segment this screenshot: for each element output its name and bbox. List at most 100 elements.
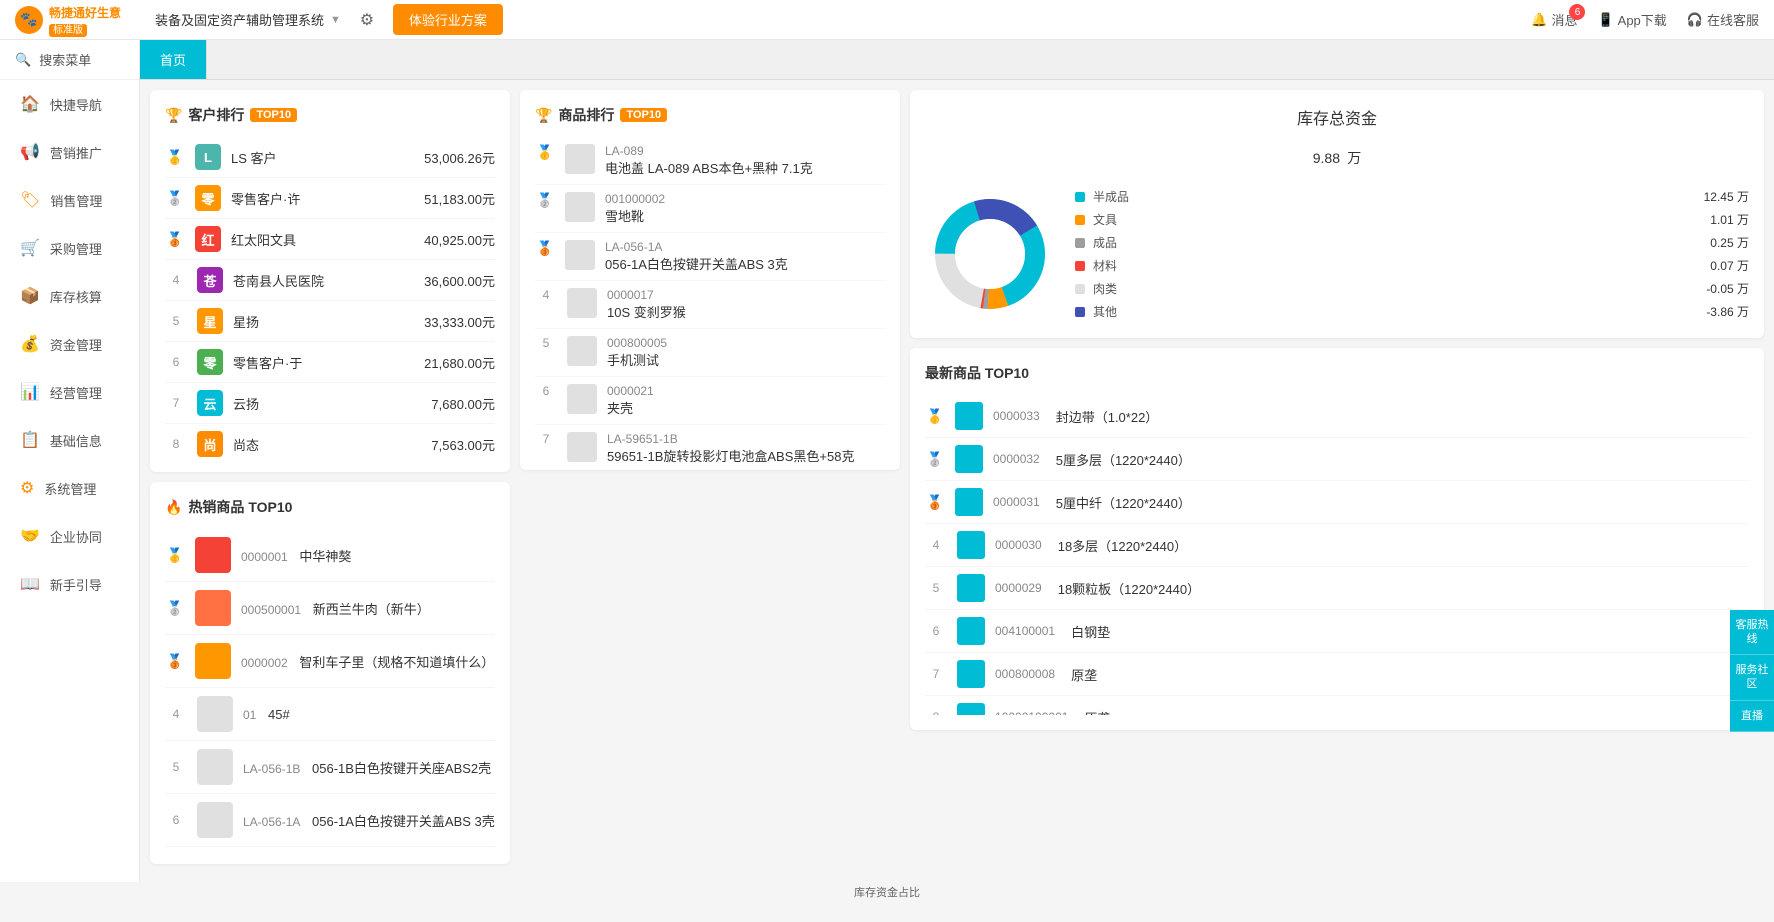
sidebar-item-enterprise[interactable]: 🤝企业协同 xyxy=(0,512,139,560)
app-download-label: App下载 xyxy=(1618,10,1667,29)
operations-icon: 📊 xyxy=(20,382,40,402)
hot-product-name: 056-1B白色按键开关座ABS2壳 xyxy=(312,761,491,776)
product-code: 0000017 xyxy=(607,288,885,302)
new-product-code: 0000029 xyxy=(995,581,1042,595)
search-menu-button[interactable]: 🔍 搜索菜单 xyxy=(0,40,139,80)
logo-icon: 🐾 xyxy=(15,6,43,34)
legend-item: 半成品 12.45 万 xyxy=(1075,185,1749,208)
sidebar-item-shortcut[interactable]: 🏠快捷导航 xyxy=(0,80,139,128)
marketing-icon: 📢 xyxy=(20,142,40,162)
new-product-thumbnail xyxy=(957,531,985,559)
sidebar-item-marketing[interactable]: 📢营销推广 xyxy=(0,128,139,176)
product-name: 056-1A白色按键开关盖ABS 3克 xyxy=(605,254,885,273)
hot-products-list: 🥇 0000001 中华神獒 🥈 000500001 新西兰牛肉（新牛） 🥉 0… xyxy=(165,529,495,849)
rank-num: 8 xyxy=(165,437,187,451)
product-image xyxy=(195,537,231,573)
sidebar-item-purchase[interactable]: 🛒采购管理 xyxy=(0,224,139,272)
sidebar-item-sales[interactable]: 🏷销售管理 xyxy=(0,176,139,224)
shortcut-icon: 🏠 xyxy=(20,94,40,114)
new-product-name: 封边带（1.0*22） xyxy=(1056,407,1159,426)
inventory-title: 库存总资金 xyxy=(925,105,1749,129)
sidebar-item-system[interactable]: ⚙系统管理 xyxy=(0,464,139,512)
hot-product-code: 000500001 xyxy=(241,603,301,617)
logo-area: 🐾 畅捷通好生意 标准版 xyxy=(15,4,155,36)
product-name: 10S 变刹罗猴 xyxy=(607,302,885,321)
header-right: 🔔 消息 6 📱 App下载 🎧 在线客服 xyxy=(1531,10,1759,29)
legend-value: 0.07 万 xyxy=(1710,257,1749,274)
hot-product-info: 0000002 智利车子里（规格不知道填什么） xyxy=(241,652,494,671)
sidebar-label-finance: 资金管理 xyxy=(50,335,102,354)
legend-name: 其他 xyxy=(1093,303,1698,320)
legend-name: 成品 xyxy=(1093,234,1702,251)
customer-amount: 51,183.00元 xyxy=(424,189,495,208)
new-product-item: 🥉 0000031 5厘中纤（1220*2440） xyxy=(925,481,1749,524)
rank-num: 6 xyxy=(535,384,557,398)
sidebar-item-operations[interactable]: 📊经营管理 xyxy=(0,368,139,416)
customer-ranking-panel: 🏆 客户排行 TOP10 🥇 L LS 客户 53,006.26元🥈 零 零售客… xyxy=(150,90,510,472)
rank-num: 5 xyxy=(925,581,947,595)
system-select[interactable]: 装备及固定资产辅助管理系统 ▼ xyxy=(155,10,341,29)
sidebar-item-basic[interactable]: 📋基础信息 xyxy=(0,416,139,464)
livestream-button[interactable]: 直播 xyxy=(1730,701,1774,732)
notifications-button[interactable]: 🔔 消息 6 xyxy=(1531,10,1577,29)
rank-num: 4 xyxy=(165,273,187,287)
service-community-button[interactable]: 服务社区 xyxy=(1730,655,1774,701)
donut-chart xyxy=(925,189,1055,319)
rank-icon: 🥇 xyxy=(165,547,185,564)
rank-icon: 🥉 xyxy=(165,653,185,670)
service-hotline-button[interactable]: 客服热线 xyxy=(1730,610,1774,656)
legend-value: -3.86 万 xyxy=(1706,303,1749,320)
customer-amount: 53,006.26元 xyxy=(424,148,495,167)
rank-icon: 🥉 xyxy=(535,240,555,257)
rank-icon: 🥈 xyxy=(165,600,185,617)
hot-product-info: 000500001 新西兰牛肉（新牛） xyxy=(241,599,430,618)
hot-product-item: 5 LA-056-1B 056-1B白色按键开关座ABS2壳 xyxy=(165,741,495,794)
sidebar-item-inventory[interactable]: 📦库存核算 xyxy=(0,272,139,320)
legend-value: 0.25 万 xyxy=(1710,234,1749,251)
sidebar-label-enterprise: 企业协同 xyxy=(50,527,102,546)
sidebar-label-system: 系统管理 xyxy=(44,479,96,498)
new-product-item: 5 0000029 18颗粒板（1220*2440） xyxy=(925,567,1749,610)
settings-button[interactable]: ⚙ xyxy=(353,6,381,34)
legend-name: 半成品 xyxy=(1093,188,1696,205)
customer-list: 🥇 L LS 客户 53,006.26元🥈 零 零售客户·许 51,183.00… xyxy=(165,137,495,457)
new-product-code: 0000030 xyxy=(995,538,1042,552)
customer-list-item: 🥈 零 零售客户·许 51,183.00元 xyxy=(165,178,495,219)
app-download-button[interactable]: 📱 App下载 xyxy=(1597,10,1666,29)
inventory-icon: 📦 xyxy=(20,286,40,306)
trophy-icon2: 🏆 xyxy=(535,107,552,124)
product-sales-item: 🥈 001000002 雪地靴 xyxy=(535,185,885,233)
new-product-thumbnail xyxy=(957,660,985,688)
sidebar-item-guide[interactable]: 📖新手引导 xyxy=(0,560,139,608)
customer-name: 苍南县人民医院 xyxy=(233,271,414,290)
trial-button[interactable]: 体验行业方案 xyxy=(393,4,503,35)
sidebar-item-finance[interactable]: 💰资金管理 xyxy=(0,320,139,368)
product-sales-list: 🥇 LA-089 电池盖 LA-089 ABS本色+黑种 7.1克 🥈 0010… xyxy=(535,137,885,470)
product-sales-item: 🥇 LA-089 电池盖 LA-089 ABS本色+黑种 7.1克 xyxy=(535,137,885,185)
new-product-name: 白钢垫 xyxy=(1071,622,1110,641)
inventory-value: 9.88 xyxy=(1313,150,1340,166)
customer-avatar: 红 xyxy=(195,226,221,252)
customer-amount: 33,333.00元 xyxy=(424,312,495,331)
product-code: LA-59651-1B xyxy=(607,432,885,446)
online-service-button[interactable]: 🎧 在线客服 xyxy=(1687,10,1759,29)
guide-icon: 📖 xyxy=(20,574,40,594)
trophy-icon: 🏆 xyxy=(165,107,182,124)
customer-list-item: 🥇 L LS 客户 53,006.26元 xyxy=(165,137,495,178)
customer-avatar: 零 xyxy=(197,349,223,375)
inventory-amount: 9.88 万 xyxy=(925,139,1749,170)
hot-product-item: 🥉 0000002 智利车子里（规格不知道填什么） xyxy=(165,635,495,688)
rank-num: 5 xyxy=(165,314,187,328)
product-image-placeholder xyxy=(197,696,233,732)
donut-svg xyxy=(925,189,1055,319)
legend-color-dot xyxy=(1075,215,1085,225)
new-product-thumbnail xyxy=(957,574,985,602)
legend-item: 材料 0.07 万 xyxy=(1075,254,1749,277)
legend-color-dot xyxy=(1075,192,1085,202)
new-product-name: 原垄 xyxy=(1084,708,1110,716)
tab-home[interactable]: 首页 xyxy=(140,40,207,79)
purchase-icon: 🛒 xyxy=(20,238,40,258)
new-product-thumbnail xyxy=(957,617,985,645)
product-code: 001000002 xyxy=(605,192,885,206)
customer-name: 星扬 xyxy=(233,312,414,331)
